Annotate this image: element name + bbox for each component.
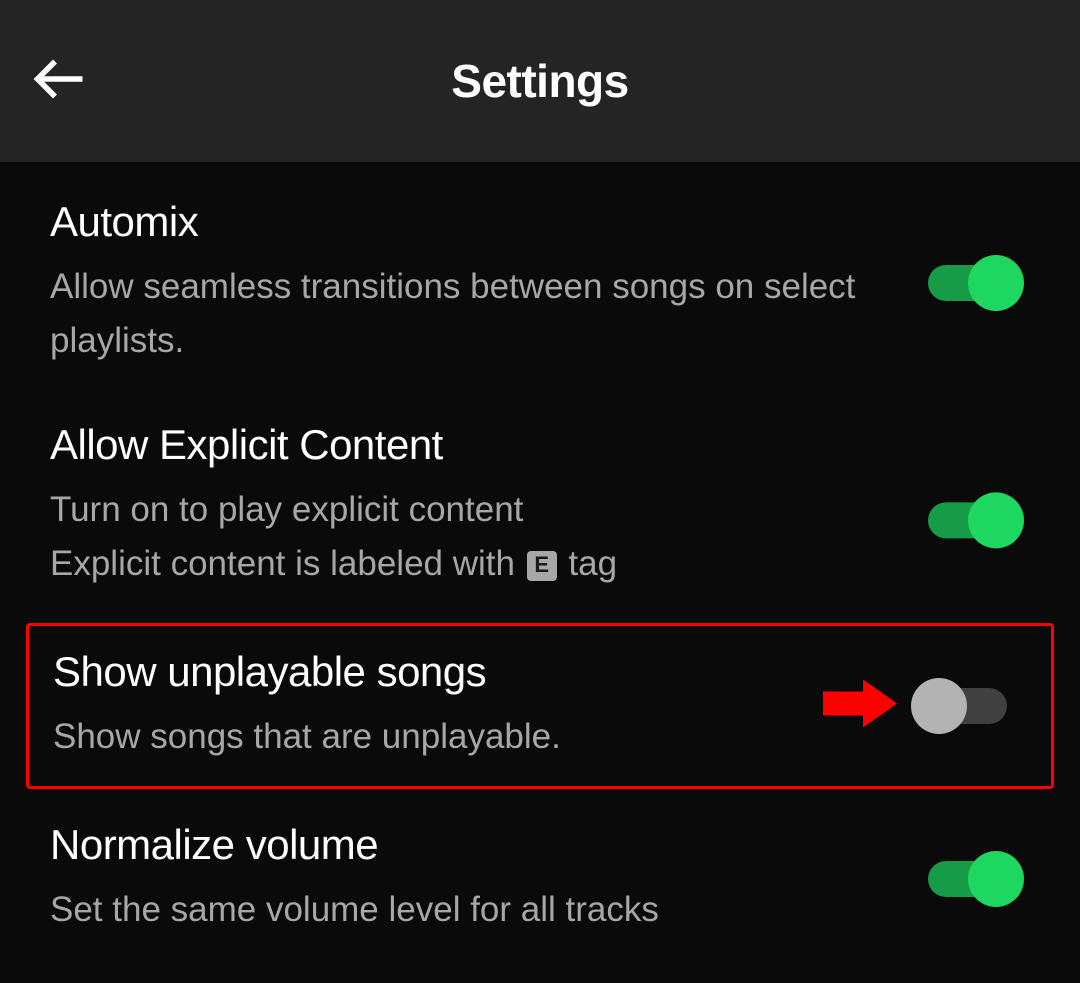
setting-row-normalize[interactable]: Normalize volume Set the same volume lev… (0, 795, 1080, 963)
setting-title: Show unplayable songs (53, 648, 767, 696)
page-title: Settings (30, 54, 1050, 108)
desc-line-2-before: Explicit content is labeled with (50, 544, 525, 583)
setting-description: Show songs that are unplayable. (53, 710, 767, 764)
toggle-container (928, 502, 1020, 538)
setting-title: Automix (50, 198, 890, 246)
setting-description: Allow seamless transitions between songs… (50, 260, 890, 369)
toggle-thumb (968, 851, 1024, 907)
setting-row-unplayable-highlighted[interactable]: Show unplayable songs Show songs that ar… (26, 623, 1054, 789)
desc-line-1: Turn on to play explicit content (50, 490, 523, 529)
desc-line-2-after: tag (559, 544, 617, 583)
toggle-container (928, 265, 1020, 301)
setting-row-explicit[interactable]: Allow Explicit Content Turn on to play e… (0, 395, 1080, 618)
automix-toggle[interactable] (928, 265, 1020, 301)
toggle-thumb (968, 255, 1024, 311)
setting-row-automix[interactable]: Automix Allow seamless transitions betwe… (0, 172, 1080, 395)
setting-title: Allow Explicit Content (50, 421, 890, 469)
toggle-container (928, 861, 1020, 897)
back-arrow-icon[interactable] (30, 49, 90, 114)
toggle-thumb (911, 678, 967, 734)
header-bar: Settings (0, 0, 1080, 162)
setting-title: Normalize volume (50, 821, 890, 869)
setting-description: Turn on to play explicit content Explici… (50, 483, 890, 592)
setting-description: Set the same volume level for all tracks (50, 883, 890, 937)
unplayable-toggle[interactable] (915, 688, 1007, 724)
settings-content: Automix Allow seamless transitions betwe… (0, 162, 1080, 974)
annotation-arrow-icon (823, 676, 901, 737)
explicit-badge-icon: E (527, 551, 557, 581)
setting-text: Automix Allow seamless transitions betwe… (50, 198, 1030, 369)
toggle-thumb (968, 492, 1024, 548)
toggle-container (915, 688, 1007, 724)
explicit-toggle[interactable] (928, 502, 1020, 538)
normalize-toggle[interactable] (928, 861, 1020, 897)
setting-text: Allow Explicit Content Turn on to play e… (50, 421, 1030, 592)
setting-text: Normalize volume Set the same volume lev… (50, 821, 1030, 937)
